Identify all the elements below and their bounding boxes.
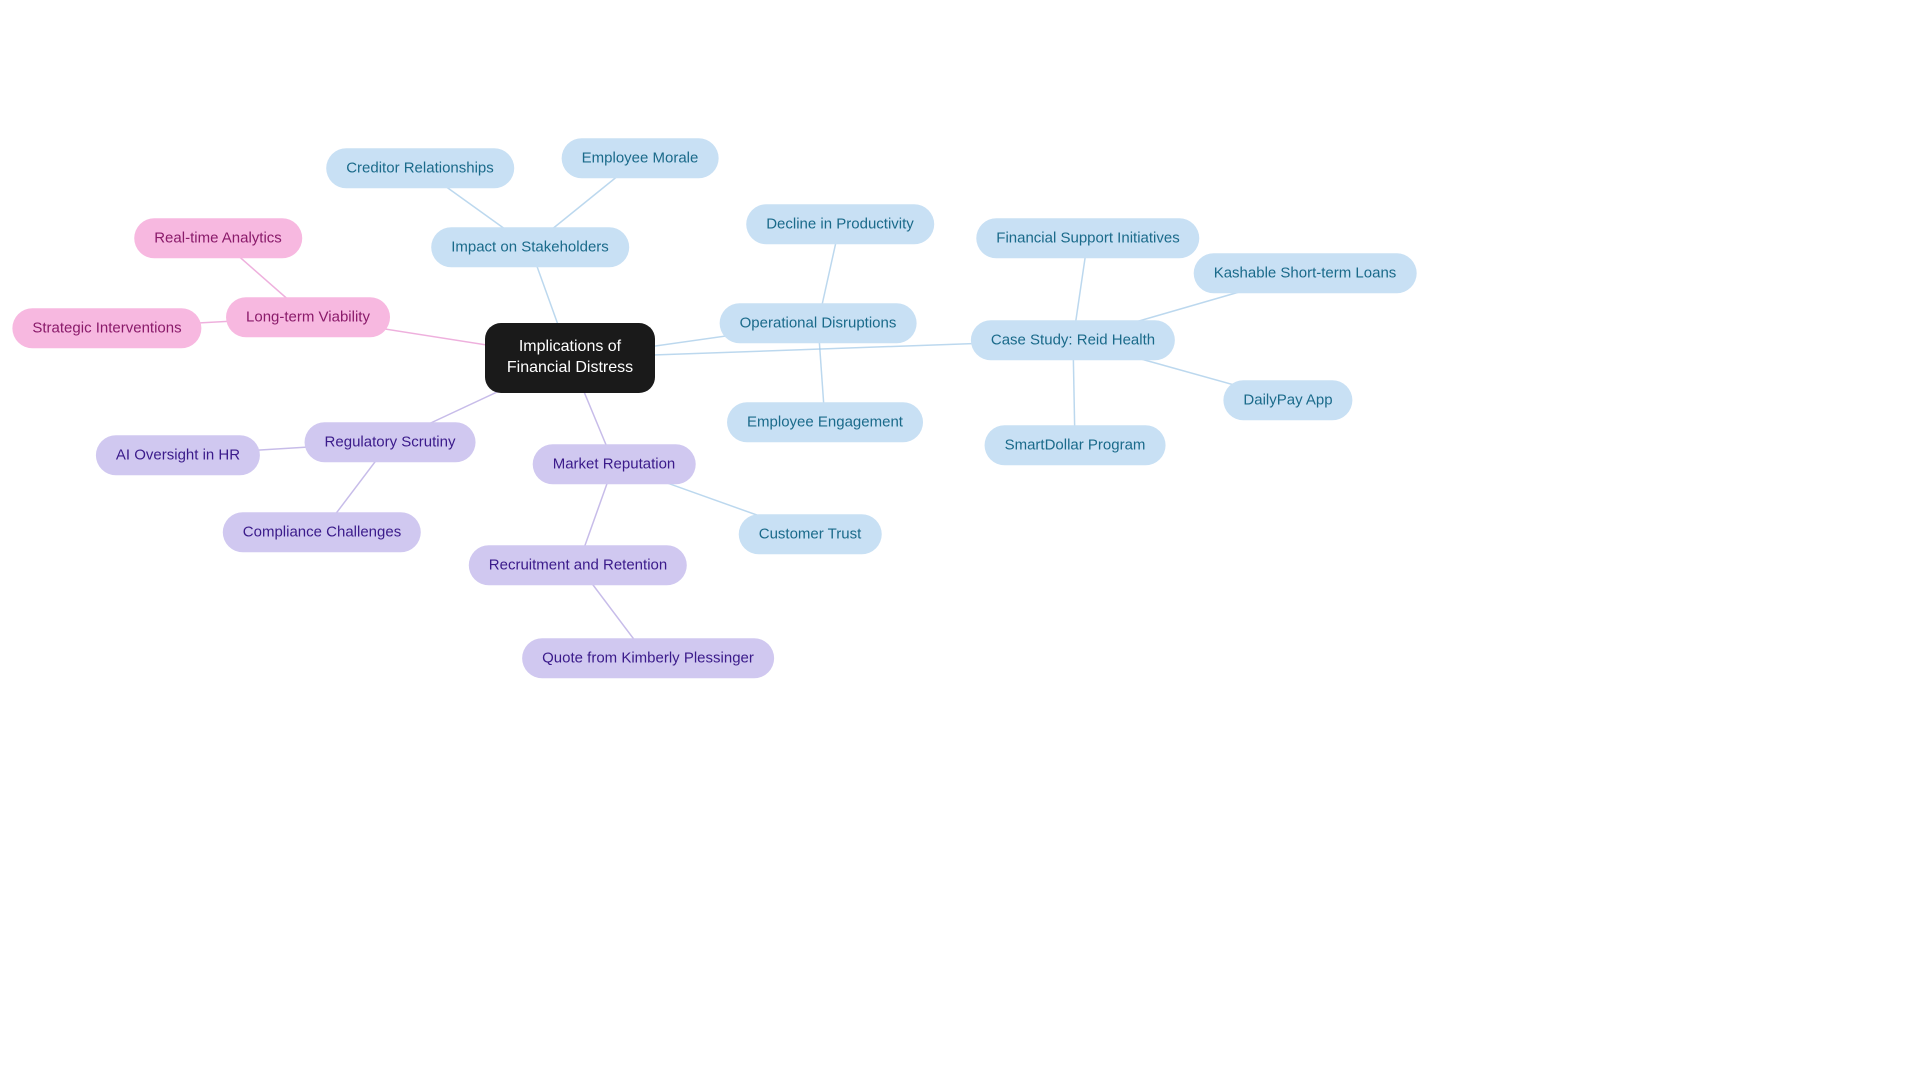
node-impact_stakeholders[interactable]: Impact on Stakeholders <box>431 227 629 267</box>
node-regulatory_scrutiny[interactable]: Regulatory Scrutiny <box>305 422 476 462</box>
node-employee_engagement[interactable]: Employee Engagement <box>727 402 923 442</box>
node-creditor_relationships[interactable]: Creditor Relationships <box>326 148 514 188</box>
node-market_reputation[interactable]: Market Reputation <box>533 444 696 484</box>
mindmap-canvas: Implications of Financial Distress Impact… <box>0 0 1920 1083</box>
node-decline_productivity[interactable]: Decline in Productivity <box>746 204 934 244</box>
node-customer_trust[interactable]: Customer Trust <box>739 514 882 554</box>
node-strategic_interventions[interactable]: Strategic Interventions <box>12 308 201 348</box>
node-employee_morale[interactable]: Employee Morale <box>562 138 719 178</box>
node-long_term_viability[interactable]: Long-term Viability <box>226 297 390 337</box>
node-operational_disruptions[interactable]: Operational Disruptions <box>720 303 917 343</box>
node-financial_support[interactable]: Financial Support Initiatives <box>976 218 1199 258</box>
node-kashable[interactable]: Kashable Short-term Loans <box>1194 253 1417 293</box>
node-quote_kimberly[interactable]: Quote from Kimberly Plessinger <box>522 638 774 678</box>
node-ai_oversight[interactable]: AI Oversight in HR <box>96 435 260 475</box>
node-center[interactable]: Implications of Financial Distress <box>485 323 655 393</box>
node-dailypay[interactable]: DailyPay App <box>1223 380 1352 420</box>
node-case_study_reid[interactable]: Case Study: Reid Health <box>971 320 1175 360</box>
node-recruitment_retention[interactable]: Recruitment and Retention <box>469 545 687 585</box>
node-smartdollar[interactable]: SmartDollar Program <box>985 425 1166 465</box>
node-compliance_challenges[interactable]: Compliance Challenges <box>223 512 421 552</box>
node-real_time_analytics[interactable]: Real-time Analytics <box>134 218 302 258</box>
